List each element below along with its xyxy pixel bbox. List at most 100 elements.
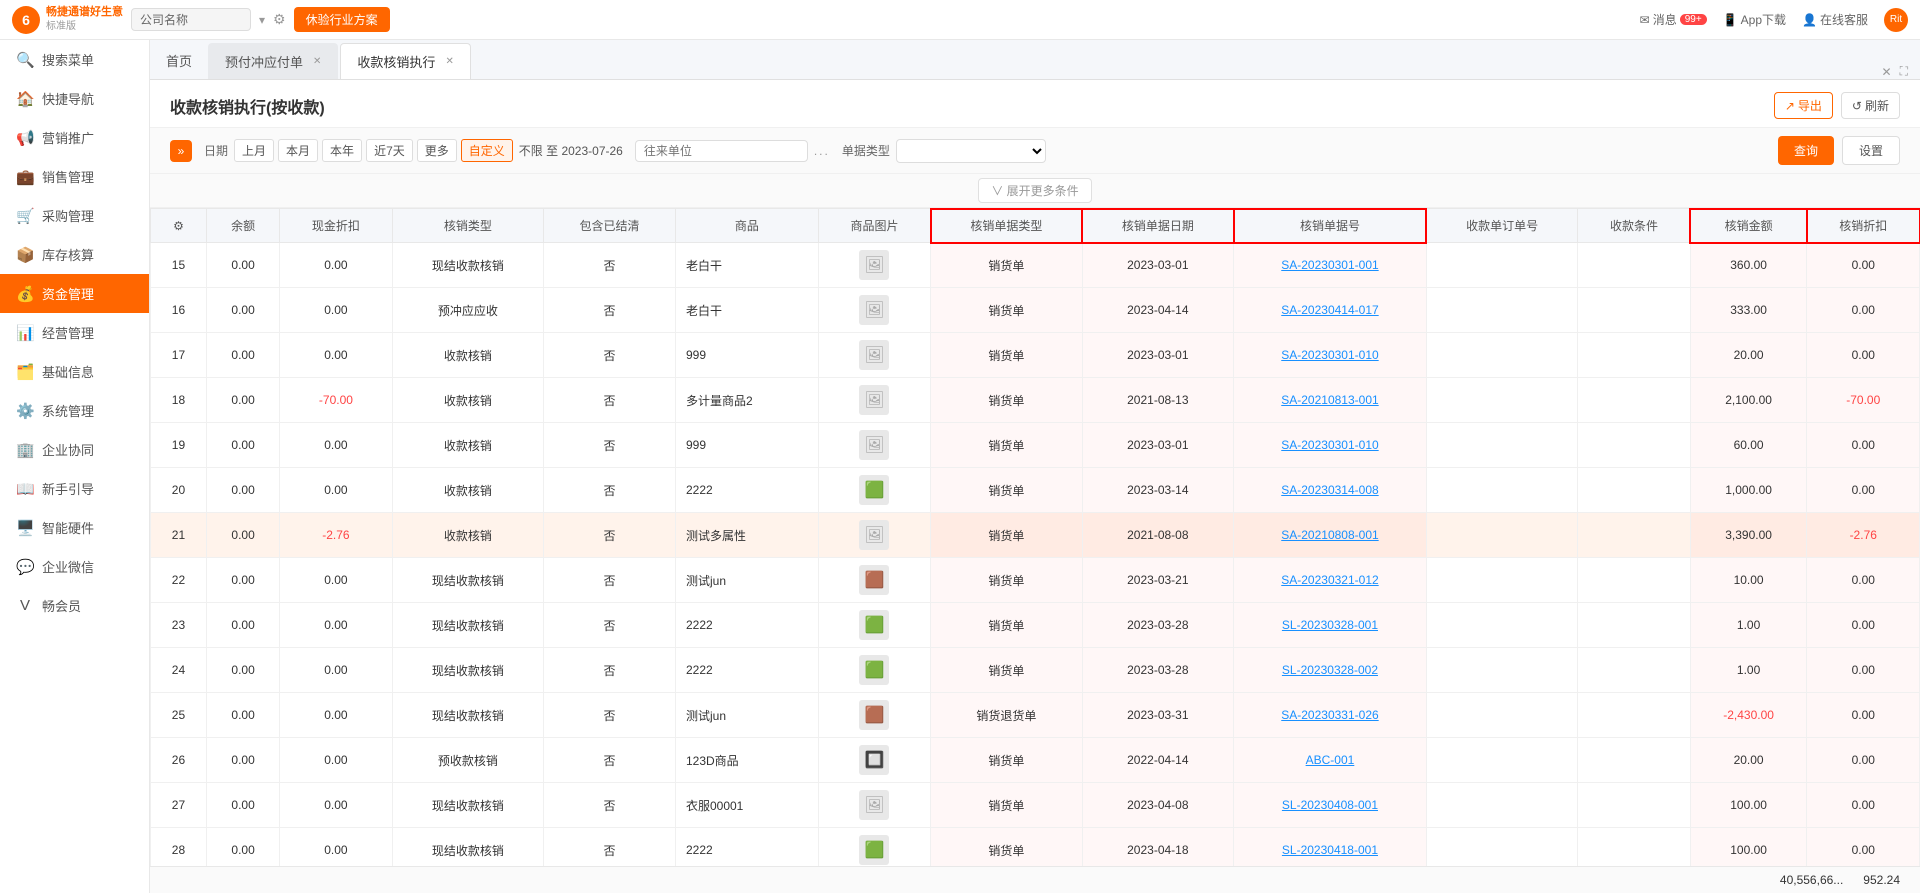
sidebar-item-enterprise[interactable]: 🏢企业协同 xyxy=(0,430,149,469)
user-menu-button[interactable]: Rit xyxy=(1884,8,1908,32)
table-row: 25 0.00 0.00 现结收款核销 否 测试jun 🟫 销货退货单 2023… xyxy=(151,693,1920,738)
sidebar-item-finance[interactable]: 💰资金管理 xyxy=(0,274,149,313)
sidebar-item-search[interactable]: 🔍搜索菜单 xyxy=(0,40,149,79)
cell-product-img-8: 🟩 xyxy=(818,603,930,648)
date-btn-this-month[interactable]: 本月 xyxy=(278,139,318,162)
sidebar-item-system[interactable]: ⚙️系统管理 xyxy=(0,391,149,430)
app-icon: 📱 xyxy=(1723,13,1738,27)
cell-bill-no-5[interactable]: SA-20230314-008 xyxy=(1234,468,1427,513)
cell-bill-no-9[interactable]: SL-20230328-002 xyxy=(1234,648,1427,693)
cell-writeoff-type-11: 预收款核销 xyxy=(392,738,543,783)
sidebar-item-sales[interactable]: 💼销售管理 xyxy=(0,157,149,196)
cell-writeoff-amount-12: 100.00 xyxy=(1690,783,1807,828)
cell-bill-no-12[interactable]: SL-20230408-001 xyxy=(1234,783,1427,828)
date-btn-more[interactable]: 更多 xyxy=(417,139,457,162)
settings-gear-icon[interactable]: ⚙ xyxy=(273,11,286,28)
cell-bill-no-6[interactable]: SA-20210808-001 xyxy=(1234,513,1427,558)
sidebar-item-marketing[interactable]: 📢营销推广 xyxy=(0,118,149,157)
cell-cash-discount-10: 0.00 xyxy=(280,693,392,738)
tab-receipt-exec-close-icon[interactable]: ✕ xyxy=(445,56,453,67)
sidebar-icon-enterprise: 🏢 xyxy=(16,441,34,459)
sidebar-item-weixin[interactable]: 💬企业微信 xyxy=(0,547,149,586)
cell-balance-4: 0.00 xyxy=(206,423,279,468)
filter-partner-input[interactable] xyxy=(635,140,808,162)
cell-bill-no-3[interactable]: SA-20210813-001 xyxy=(1234,378,1427,423)
tab-home[interactable]: 首页 xyxy=(150,43,208,79)
app-logo-text: 畅捷通谱好生意标准版 xyxy=(46,6,123,32)
cell-receipt-condition-3 xyxy=(1578,378,1690,423)
filter-expand-button[interactable]: » xyxy=(170,140,192,162)
cell-bill-no-2[interactable]: SA-20230301-010 xyxy=(1234,333,1427,378)
cell-include-settled-0: 否 xyxy=(544,243,676,288)
cell-include-settled-1: 否 xyxy=(544,288,676,333)
cell-cash-discount-1: 0.00 xyxy=(280,288,392,333)
filter-bill-type-label: 单据类型 xyxy=(842,142,890,159)
tab-prepay[interactable]: 预付冲应付单 ✕ xyxy=(208,43,338,79)
online-service-button[interactable]: 👤 在线客服 xyxy=(1802,11,1868,28)
company-dropdown-icon[interactable]: ▾ xyxy=(259,13,265,27)
cell-receipt-condition-2 xyxy=(1578,333,1690,378)
table-row: 15 0.00 0.00 现结收款核销 否 老白干 🖼 销货单 2023-03-… xyxy=(151,243,1920,288)
date-btn-custom[interactable]: 自定义 xyxy=(461,139,513,162)
cell-bill-type-5: 销货单 xyxy=(931,468,1082,513)
filter-settings-button[interactable]: 设置 xyxy=(1842,136,1900,165)
app-download-button[interactable]: 📱 App下载 xyxy=(1723,11,1786,28)
date-btn-this-year[interactable]: 本年 xyxy=(322,139,362,162)
refresh-button[interactable]: ↺ 刷新 xyxy=(1841,92,1900,119)
cell-writeoff-amount-11: 20.00 xyxy=(1690,738,1807,783)
cell-bill-no-8[interactable]: SL-20230328-001 xyxy=(1234,603,1427,648)
sidebar-item-smart-hw[interactable]: 🖥️智能硬件 xyxy=(0,508,149,547)
sidebar-item-purchase[interactable]: 🛒采购管理 xyxy=(0,196,149,235)
cell-bill-no-1[interactable]: SA-20230414-017 xyxy=(1234,288,1427,333)
cell-product-3: 多计量商品2 xyxy=(675,378,818,423)
sidebar-item-member[interactable]: V畅会员 xyxy=(0,586,149,625)
date-btn-last-month[interactable]: 上月 xyxy=(234,139,274,162)
cell-balance-11: 0.00 xyxy=(206,738,279,783)
sidebar-item-operations[interactable]: 📊经营管理 xyxy=(0,313,149,352)
cell-product-img-5: 🟩 xyxy=(818,468,930,513)
filter-bill-type-select[interactable] xyxy=(896,139,1046,163)
cell-bill-no-11[interactable]: ABC-001 xyxy=(1234,738,1427,783)
cell-receipt-condition-7 xyxy=(1578,558,1690,603)
cell-receipt-order-no-1 xyxy=(1426,288,1577,333)
cell-include-settled-6: 否 xyxy=(544,513,676,558)
cell-idx-3: 18 xyxy=(151,378,207,423)
col-header-product: 商品 xyxy=(675,209,818,243)
cell-product-img-13: 🟩 xyxy=(818,828,930,867)
cell-bill-no-0[interactable]: SA-20230301-001 xyxy=(1234,243,1427,288)
sidebar-label-search: 搜索菜单 xyxy=(42,50,94,69)
date-btn-last-7-days[interactable]: 近7天 xyxy=(366,139,413,162)
cell-idx-11: 26 xyxy=(151,738,207,783)
search-button[interactable]: 查询 xyxy=(1778,136,1834,165)
sidebar-item-base[interactable]: 🗂️基础信息 xyxy=(0,352,149,391)
col-header-bill-no: 核销单据号 xyxy=(1234,209,1427,243)
cell-bill-no-4[interactable]: SA-20230301-010 xyxy=(1234,423,1427,468)
sidebar-item-quick-nav[interactable]: 🏠快捷导航 xyxy=(0,79,149,118)
sidebar-item-newbie[interactable]: 📖新手引导 xyxy=(0,469,149,508)
footer-total-discount: 952.24 xyxy=(1863,873,1900,887)
cell-bill-date-13: 2023-04-18 xyxy=(1082,828,1233,867)
cell-bill-date-2: 2023-03-01 xyxy=(1082,333,1233,378)
filter-date-range: 不限 至 2023-07-26 xyxy=(519,142,623,159)
cell-receipt-condition-6 xyxy=(1578,513,1690,558)
tab-prepay-close-icon[interactable]: ✕ xyxy=(313,56,321,67)
tab-close-all-icon[interactable]: ✕ xyxy=(1882,65,1892,79)
sidebar-label-sales: 销售管理 xyxy=(42,167,94,186)
cell-bill-no-10[interactable]: SA-20230331-026 xyxy=(1234,693,1427,738)
cell-bill-date-8: 2023-03-28 xyxy=(1082,603,1233,648)
export-button[interactable]: ↗ 导出 xyxy=(1774,92,1833,119)
tab-bar: 首页 预付冲应付单 ✕ 收款核销执行 ✕ ✕ ⛶ xyxy=(150,40,1920,80)
cell-writeoff-type-6: 收款核销 xyxy=(392,513,543,558)
tab-receipt-exec[interactable]: 收款核销执行 ✕ xyxy=(340,43,470,79)
cell-bill-no-13[interactable]: SL-20230418-001 xyxy=(1234,828,1427,867)
messages-button[interactable]: ✉ 消息 99+ xyxy=(1640,11,1707,28)
expand-more-button[interactable]: ∨ 展开更多条件 xyxy=(978,178,1091,203)
industry-solution-button[interactable]: 休验行业方案 xyxy=(294,7,390,32)
tab-maximize-icon[interactable]: ⛶ xyxy=(1900,64,1908,79)
col-header-bill-date: 核销单据日期 xyxy=(1082,209,1233,243)
company-selector[interactable]: 公司名称 xyxy=(131,8,251,31)
sidebar-item-inventory[interactable]: 📦库存核算 xyxy=(0,235,149,274)
cell-writeoff-amount-7: 10.00 xyxy=(1690,558,1807,603)
cell-bill-no-7[interactable]: SA-20230321-012 xyxy=(1234,558,1427,603)
cell-product-img-11: 🔲 xyxy=(818,738,930,783)
